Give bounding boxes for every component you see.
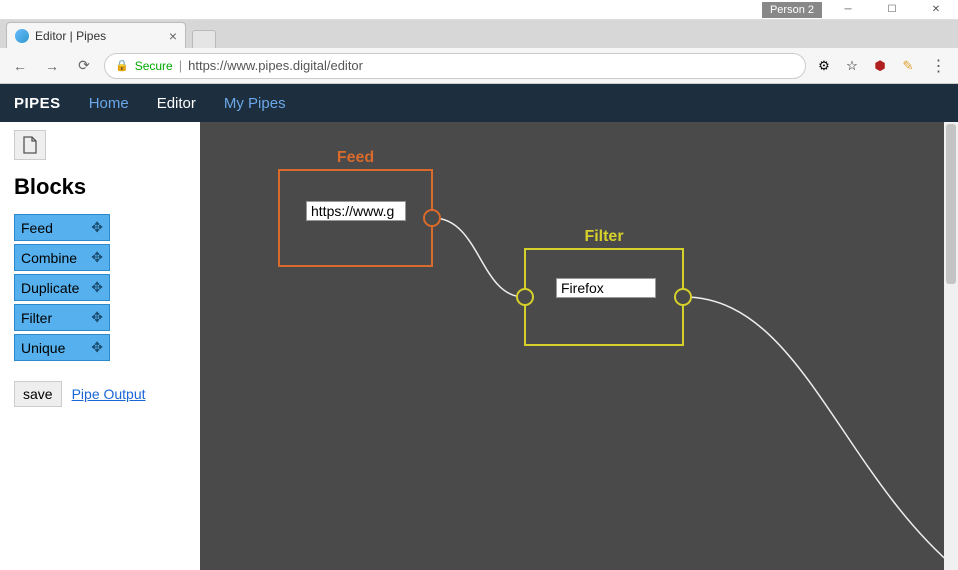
- block-label: Unique: [21, 340, 65, 356]
- maximize-button[interactable]: ☐: [870, 0, 914, 20]
- address-bar[interactable]: 🔒 Secure | https://www.pipes.digital/edi…: [104, 53, 806, 79]
- block-unique[interactable]: Unique ✥: [14, 334, 110, 361]
- block-combine[interactable]: Combine ✥: [14, 244, 110, 271]
- browser-toolbar: ← → ⟳ 🔒 Secure | https://www.pipes.digit…: [0, 48, 958, 84]
- block-label: Combine: [21, 250, 77, 266]
- separator: |: [179, 58, 182, 73]
- save-button[interactable]: save: [14, 381, 62, 407]
- extension-icon-2[interactable]: ✎: [898, 56, 918, 76]
- extension-icon-1[interactable]: ⚙: [814, 56, 834, 76]
- menu-button[interactable]: ⋮: [926, 54, 950, 78]
- nav-editor[interactable]: Editor: [157, 95, 196, 112]
- sidebar: Blocks Feed ✥ Combine ✥ Duplicate ✥ Filt…: [0, 122, 200, 570]
- move-icon: ✥: [91, 279, 103, 296]
- close-window-button[interactable]: ✕: [914, 0, 958, 20]
- block-label: Feed: [21, 220, 53, 236]
- new-file-button[interactable]: [14, 130, 46, 160]
- reload-button[interactable]: ⟳: [72, 54, 96, 78]
- block-feed[interactable]: Feed ✥: [14, 214, 110, 241]
- blocks-heading: Blocks: [14, 174, 186, 200]
- pipe-output-link[interactable]: Pipe Output: [72, 386, 146, 402]
- browser-tabstrip: Editor | Pipes ×: [0, 20, 958, 48]
- browser-tab[interactable]: Editor | Pipes ×: [6, 22, 186, 48]
- window-titlebar: Person 2 ─ ☐ ✕: [0, 0, 958, 20]
- secure-label: Secure: [135, 59, 173, 73]
- move-icon: ✥: [91, 309, 103, 326]
- node-feed[interactable]: Feed: [278, 169, 433, 267]
- feed-output-port[interactable]: [423, 209, 441, 227]
- nav-home[interactable]: Home: [89, 95, 129, 112]
- move-icon: ✥: [91, 219, 103, 236]
- app-main: Blocks Feed ✥ Combine ✥ Duplicate ✥ Filt…: [0, 122, 958, 570]
- tab-title: Editor | Pipes: [35, 29, 106, 43]
- back-button[interactable]: ←: [8, 54, 32, 78]
- profile-badge[interactable]: Person 2: [762, 2, 822, 18]
- filter-input-port[interactable]: [516, 288, 534, 306]
- forward-button[interactable]: →: [40, 54, 64, 78]
- block-label: Filter: [21, 310, 52, 326]
- star-icon[interactable]: ☆: [842, 56, 862, 76]
- move-icon: ✥: [91, 339, 103, 356]
- block-label: Duplicate: [21, 280, 79, 296]
- nav-mypipes[interactable]: My Pipes: [224, 95, 286, 112]
- vertical-scrollbar[interactable]: [944, 122, 958, 570]
- url-text: https://www.pipes.digital/editor: [188, 58, 363, 73]
- block-duplicate[interactable]: Duplicate ✥: [14, 274, 110, 301]
- move-icon: ✥: [91, 249, 103, 266]
- tab-favicon: [15, 29, 29, 43]
- filter-text-input[interactable]: [556, 278, 656, 298]
- new-tab-button[interactable]: [192, 30, 216, 48]
- scrollbar-thumb[interactable]: [946, 124, 956, 284]
- node-title: Feed: [337, 149, 374, 167]
- brand[interactable]: PIPES: [14, 95, 61, 112]
- node-title: Filter: [584, 228, 623, 246]
- file-icon: [22, 136, 38, 154]
- editor-canvas[interactable]: Feed Filter: [200, 122, 958, 570]
- block-filter[interactable]: Filter ✥: [14, 304, 110, 331]
- filter-output-port[interactable]: [674, 288, 692, 306]
- node-filter[interactable]: Filter: [524, 248, 684, 346]
- minimize-button[interactable]: ─: [826, 0, 870, 20]
- app-navbar: PIPES Home Editor My Pipes: [0, 84, 958, 122]
- ublock-icon[interactable]: ⬢: [870, 56, 890, 76]
- feed-url-input[interactable]: [306, 201, 406, 221]
- lock-icon: 🔒: [115, 59, 129, 72]
- close-tab-icon[interactable]: ×: [169, 28, 177, 44]
